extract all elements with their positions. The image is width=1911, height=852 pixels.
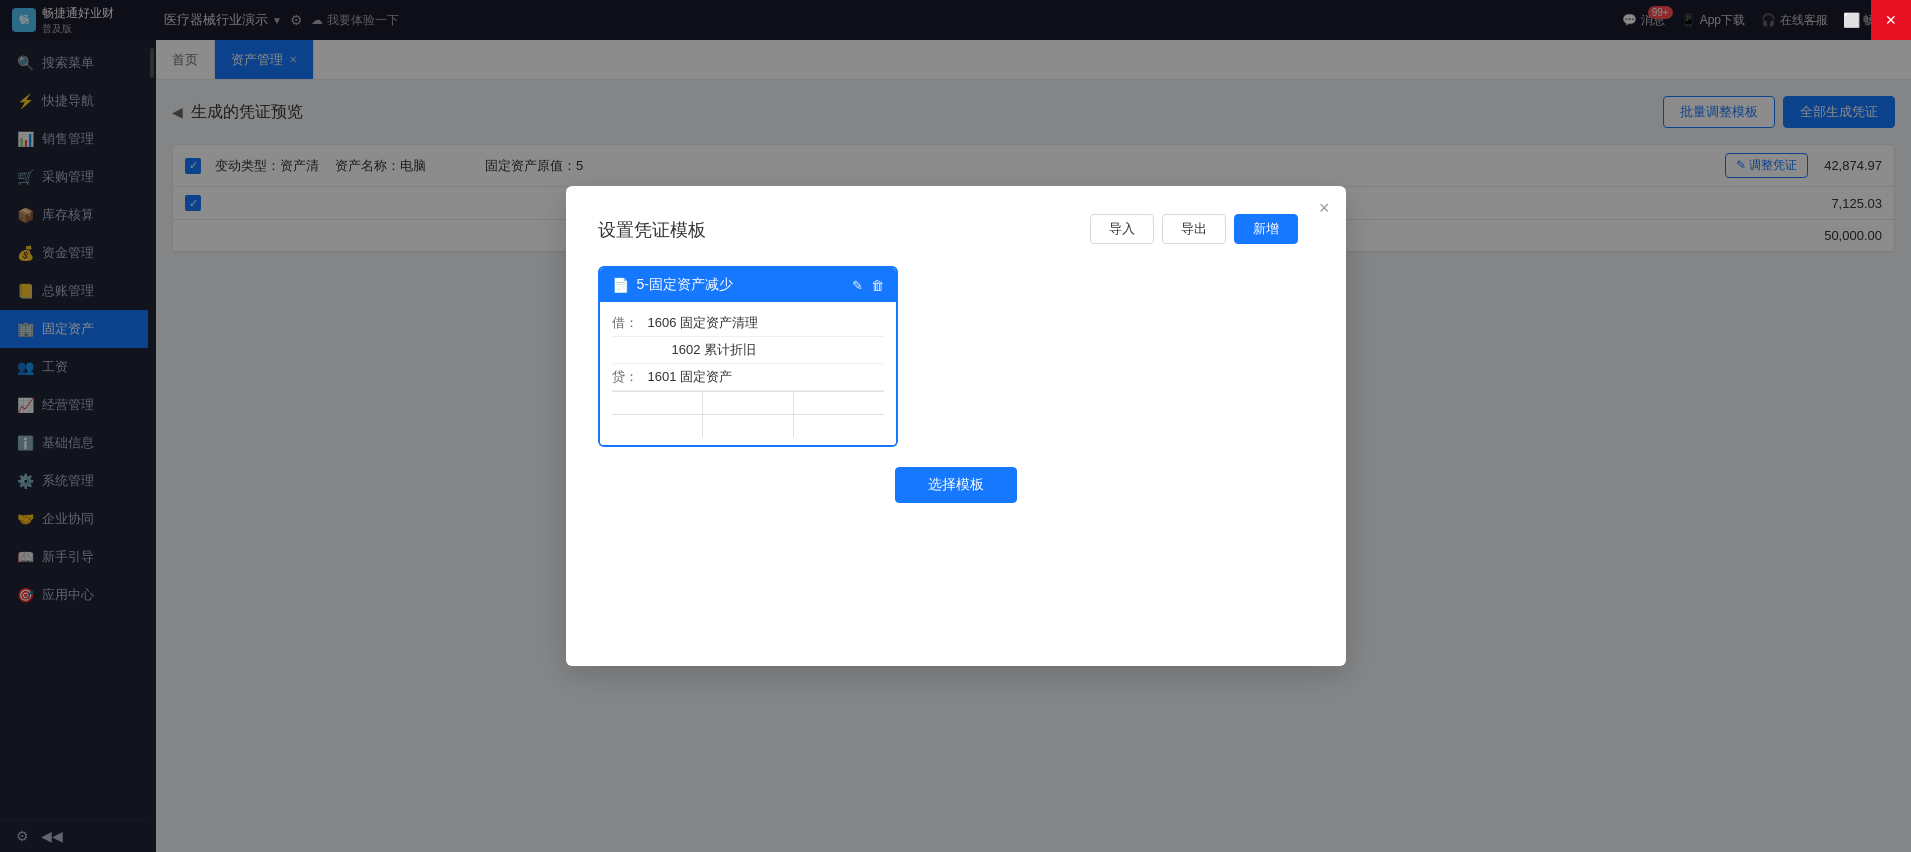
account-code-1: 1606 固定资产清理: [644, 314, 759, 332]
template-doc-icon: 📄: [612, 277, 629, 293]
tg-cell-1-1: [612, 392, 703, 414]
template-title: 5-固定资产减少: [637, 276, 844, 294]
account-code-3: 1601 固定资产: [644, 368, 733, 386]
template-grid: [612, 391, 884, 437]
tg-cell-2-1: [612, 415, 703, 437]
template-card-body: 借： 1606 固定资产清理 1602 累计折旧 贷： 1601 固定资产: [600, 302, 896, 445]
export-btn[interactable]: 导出: [1162, 214, 1226, 244]
select-template-btn[interactable]: 选择模板: [895, 467, 1017, 503]
template-edit-icon[interactable]: ✎: [852, 278, 863, 293]
template-card: 📄 5-固定资产减少 ✎ 🗑 借： 1606 固定资产清理 1602 累计折旧: [598, 266, 898, 447]
template-entry-row-1: 借： 1606 固定资产清理: [612, 310, 884, 337]
template-card-header: 📄 5-固定资产减少 ✎ 🗑: [600, 268, 896, 302]
tg-cell-2-3: [794, 415, 884, 437]
debit-label-1: 借：: [612, 314, 644, 332]
account-code-2: 1602 累计折旧: [668, 341, 757, 359]
template-grid-row-1: [612, 392, 884, 415]
template-delete-icon[interactable]: 🗑: [871, 278, 884, 293]
window-controls: — ⬜ ✕: [1791, 0, 1911, 40]
tg-cell-1-2: [703, 392, 794, 414]
tg-cell-1-3: [794, 392, 884, 414]
modal-overlay: × 设置凭证模板 导入 导出 新增 📄 5-固定资产减少 ✎ 🗑 借： 1606: [0, 0, 1911, 852]
minimize-btn[interactable]: —: [1791, 0, 1831, 40]
credit-label-3: 贷：: [612, 368, 644, 386]
new-template-btn[interactable]: 新增: [1234, 214, 1298, 244]
import-btn[interactable]: 导入: [1090, 214, 1154, 244]
modal-set-voucher-template: × 设置凭证模板 导入 导出 新增 📄 5-固定资产减少 ✎ 🗑 借： 1606: [566, 186, 1346, 666]
template-entry-row-2: 1602 累计折旧: [612, 337, 884, 364]
template-actions: ✎ 🗑: [852, 278, 884, 293]
select-template-area: 选择模板: [598, 467, 1314, 503]
template-entry-row-3: 贷： 1601 固定资产: [612, 364, 884, 391]
close-btn[interactable]: ✕: [1871, 0, 1911, 40]
modal-close-btn[interactable]: ×: [1319, 198, 1330, 219]
tg-cell-2-2: [703, 415, 794, 437]
template-grid-row-2: [612, 415, 884, 437]
maximize-btn[interactable]: ⬜: [1831, 0, 1871, 40]
modal-toolbar: 导入 导出 新增: [1090, 214, 1298, 244]
